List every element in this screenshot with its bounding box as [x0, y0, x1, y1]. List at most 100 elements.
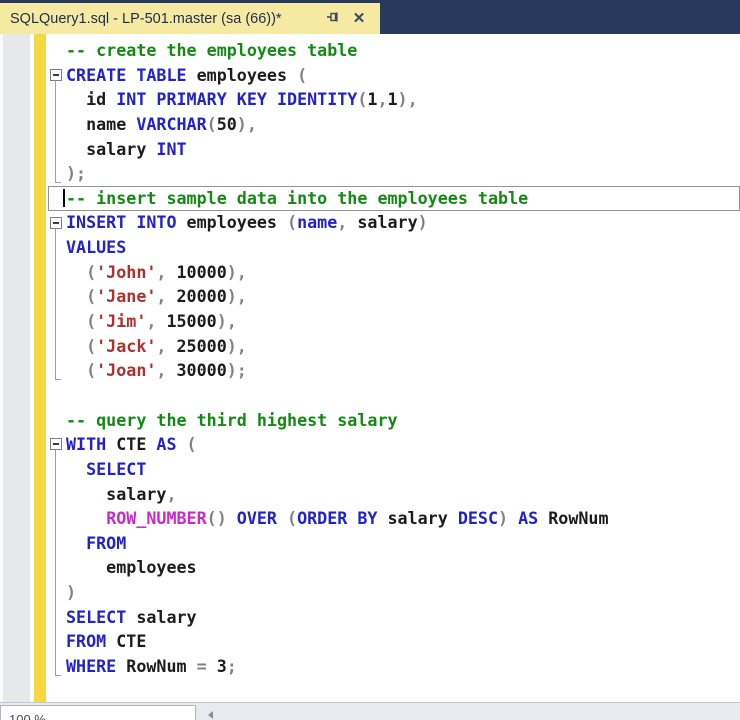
token-keyword: WHERE	[66, 656, 117, 677]
code-line[interactable]: name VARCHAR(50),	[0, 112, 740, 137]
code-line[interactable]: ('John', 10000),	[0, 260, 740, 285]
token-string: 'Jack'	[96, 335, 157, 356]
token-operator: (	[287, 212, 298, 233]
token-keyword: FROM	[66, 631, 107, 652]
token-keyword: INSERT INTO	[66, 212, 177, 233]
token-operator: ;	[226, 656, 237, 677]
document-tab[interactable]: SQLQuery1.sql - LP-501.master (sa (66))*…	[0, 3, 380, 34]
token-identifier: employees	[186, 64, 298, 85]
text-caret	[63, 188, 65, 207]
token-string: 'Jane'	[96, 286, 157, 307]
code-line[interactable]: )	[0, 580, 740, 605]
fold-guide-line	[55, 228, 61, 381]
token-operator: ()	[206, 508, 227, 529]
code-line[interactable]: CREATE TABLE employees (	[0, 63, 740, 88]
minus-icon	[53, 443, 59, 446]
code-line[interactable]	[0, 383, 740, 408]
minus-icon	[53, 73, 59, 76]
token-number: 15000	[166, 311, 217, 332]
token-number: 1	[387, 89, 398, 110]
token-operator: ),	[226, 286, 247, 307]
token-identifier: salary	[66, 483, 167, 504]
token-operator: (	[66, 311, 97, 332]
pin-button[interactable]	[324, 10, 342, 28]
fold-toggle-collapse[interactable]	[50, 68, 62, 81]
token-string: 'Joan'	[96, 360, 157, 381]
token-keyword: DESC	[457, 508, 499, 529]
code-line[interactable]: INSERT INTO employees (name, salary)	[0, 210, 740, 235]
token-identifier: salary	[66, 138, 157, 159]
code-line[interactable]: ROW_NUMBER() OVER (ORDER BY salary DESC)…	[0, 506, 740, 531]
token-keyword: AS	[156, 434, 177, 455]
editor-bottom-bar: 100 %	[0, 702, 740, 720]
token-operator: ,	[146, 311, 167, 332]
code-line[interactable]: employees	[0, 555, 740, 580]
code-line[interactable]: FROM CTE	[0, 629, 740, 654]
token-keyword: name	[297, 212, 338, 233]
token-identifier: salary	[357, 212, 418, 233]
token-operator: ,	[156, 286, 177, 307]
token-operator: ),	[226, 335, 247, 356]
token-operator: )	[66, 582, 77, 603]
token-number: 1	[367, 89, 378, 110]
code-line[interactable]: WITH CTE AS (	[0, 432, 740, 457]
token-function: ROW_NUMBER	[106, 508, 207, 529]
close-tab-button[interactable]: ✕	[350, 10, 368, 28]
code-line[interactable]: ('Joan', 30000);	[0, 358, 740, 383]
fold-toggle-collapse[interactable]	[50, 216, 62, 229]
token-operator: ,	[156, 360, 177, 381]
code-line[interactable]: );	[0, 161, 740, 186]
code-line[interactable]: -- insert sample data into the employees…	[0, 186, 740, 211]
close-icon: ✕	[352, 10, 366, 27]
document-tab-bar: SQLQuery1.sql - LP-501.master (sa (66))*…	[0, 0, 740, 34]
code-text-area[interactable]: -- create the employees table CREATE TABL…	[0, 38, 740, 679]
token-identifier: salary	[377, 508, 458, 529]
token-operator: (	[287, 508, 298, 529]
token-keyword: WITH	[66, 434, 107, 455]
code-line[interactable]: ('Jim', 15000),	[0, 309, 740, 334]
token-keyword: CREATE TABLE	[66, 64, 187, 85]
token-keyword: INT	[156, 138, 187, 159]
zoom-level-select[interactable]: 100 %	[0, 705, 196, 720]
code-line[interactable]: ('Jane', 20000),	[0, 284, 740, 309]
token-keyword: INT PRIMARY KEY IDENTITY	[116, 89, 358, 110]
code-line[interactable]: SELECT salary	[0, 605, 740, 630]
token-keyword: SELECT	[66, 606, 127, 627]
token-number: 25000	[176, 335, 227, 356]
token-identifier: salary	[126, 606, 197, 627]
code-line[interactable]: salary INT	[0, 137, 740, 162]
token-operator: ,	[156, 261, 177, 282]
token-string: 'Jim'	[96, 311, 147, 332]
token-operator: ),	[226, 261, 247, 282]
token-operator: );	[66, 163, 87, 184]
token-operator: (	[66, 286, 97, 307]
document-tab-title: SQLQuery1.sql - LP-501.master (sa (66))*	[10, 10, 282, 27]
code-line[interactable]: -- query the third highest salary	[0, 408, 740, 433]
code-line[interactable]: FROM	[0, 531, 740, 556]
scrollbar-left-arrow-icon[interactable]	[208, 711, 213, 719]
code-editor[interactable]: -- create the employees table CREATE TABL…	[0, 34, 740, 703]
token-comment: -- insert sample data into the employees…	[66, 187, 529, 208]
code-line[interactable]: salary,	[0, 482, 740, 507]
code-line[interactable]: id INT PRIMARY KEY IDENTITY(1,1),	[0, 87, 740, 112]
token-operator: );	[226, 360, 247, 381]
code-line[interactable]: WHERE RowNum = 3;	[0, 654, 740, 679]
code-line[interactable]: -- create the employees table	[0, 38, 740, 63]
token-keyword: SELECT	[66, 458, 147, 479]
token-number: 10000	[176, 261, 227, 282]
code-line[interactable]: VALUES	[0, 235, 740, 260]
minus-icon	[53, 221, 59, 224]
token-keyword: FROM	[66, 532, 127, 553]
token-operator: )	[498, 508, 509, 529]
fold-toggle-collapse[interactable]	[50, 438, 62, 451]
token-operator: ,	[166, 483, 177, 504]
token-identifier	[66, 508, 106, 528]
fold-guide-line	[55, 450, 61, 676]
token-operator: ,	[156, 335, 177, 356]
token-operator: =	[196, 656, 217, 677]
code-line[interactable]: SELECT	[0, 457, 740, 482]
code-line[interactable]: ('Jack', 25000),	[0, 334, 740, 359]
token-comment: -- create the employees table	[66, 40, 358, 60]
token-keyword: ORDER BY	[297, 508, 378, 529]
token-operator: ),	[397, 89, 418, 110]
